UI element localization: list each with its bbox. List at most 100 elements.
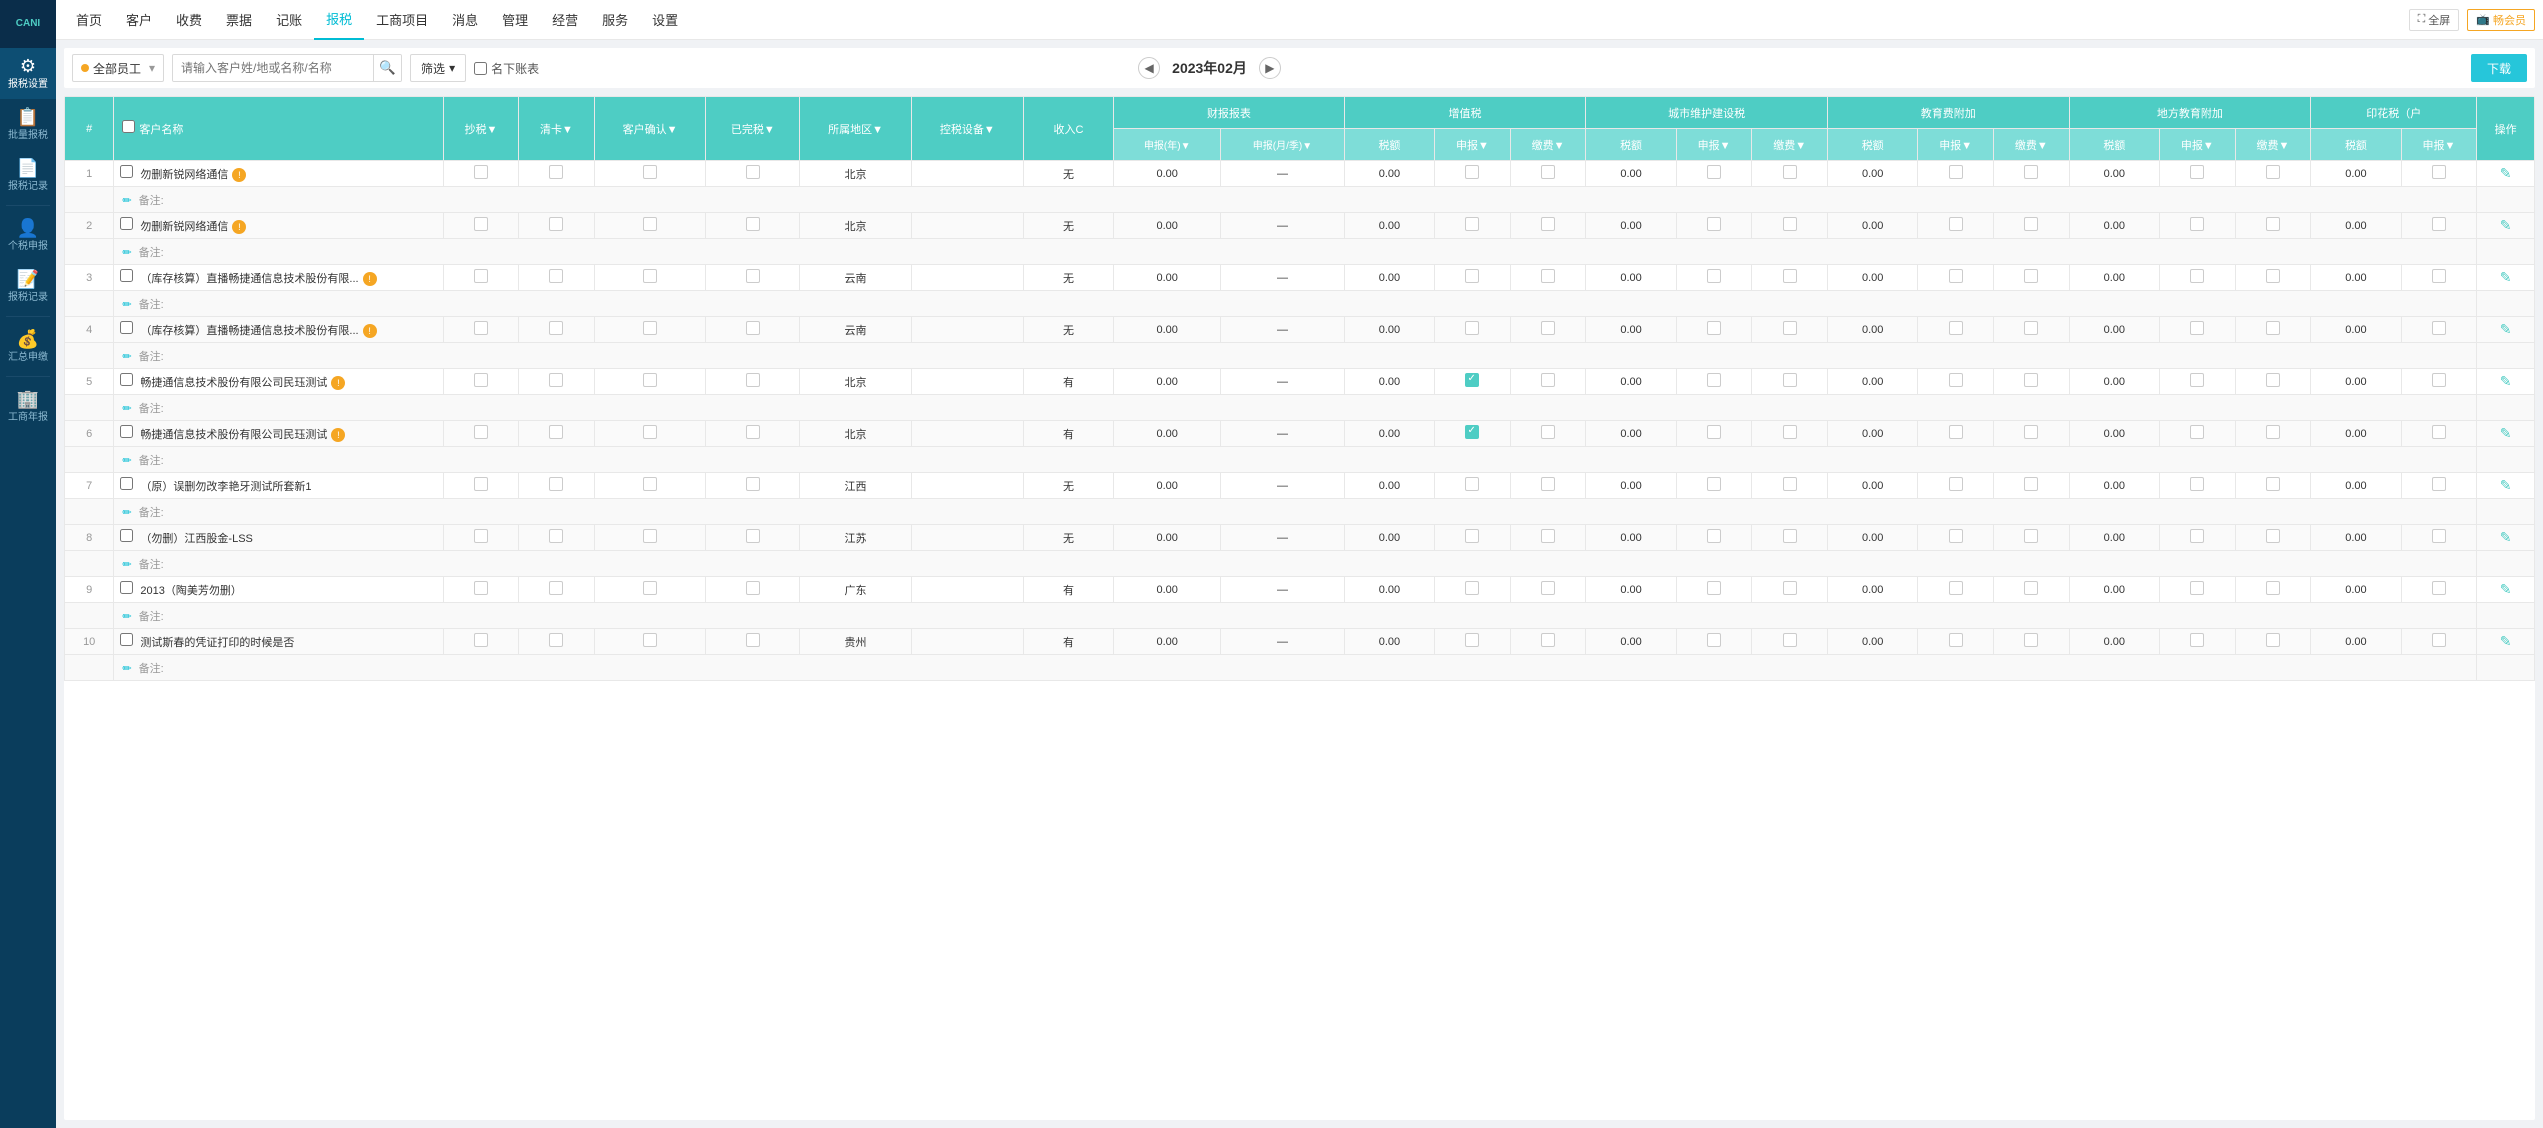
huaka-checkbox[interactable] [549,425,563,439]
chengshi-jiaofei-checkbox[interactable] [1783,633,1797,647]
edit-icon[interactable]: ✎ [2500,217,2512,233]
prev-month-button[interactable]: ◀ [1138,57,1160,79]
search-input[interactable] [173,55,373,81]
search-button[interactable]: 🔍 [373,54,401,82]
difang-jiaofei-checkbox[interactable] [2266,581,2280,595]
unchecked-checkbox[interactable] [1465,165,1479,179]
edit-icon[interactable]: ✎ [2500,165,2512,181]
chengshi-shenbao-checkbox[interactable] [1707,633,1721,647]
zengzhi-jiaofei-checkbox[interactable] [1541,217,1555,231]
yishenhe-checkbox[interactable] [746,581,760,595]
difang-shenbao-checkbox[interactable] [2190,425,2204,439]
queren-checkbox[interactable] [643,581,657,595]
row-checkbox[interactable] [120,581,133,594]
chengshi-jiaofei-checkbox[interactable] [1783,165,1797,179]
zengzhi-jiaofei-checkbox[interactable] [1541,425,1555,439]
yinhua-shenbao-checkbox[interactable] [2432,477,2446,491]
jiaoyu-shenbao-checkbox[interactable] [1949,373,1963,387]
unchecked-checkbox[interactable] [1465,477,1479,491]
chaoshui-checkbox[interactable] [474,425,488,439]
yinhua-shenbao-checkbox[interactable] [2432,321,2446,335]
chengshi-shenbao-checkbox[interactable] [1707,425,1721,439]
jiaoyu-jiaofei-checkbox[interactable] [2024,269,2038,283]
chengshi-shenbao-checkbox[interactable] [1707,529,1721,543]
row-checkbox[interactable] [120,165,133,178]
jiaoyu-jiaofei-checkbox[interactable] [2024,373,2038,387]
difang-jiaofei-checkbox[interactable] [2266,425,2280,439]
chaoshui-checkbox[interactable] [474,217,488,231]
yinhua-shenbao-checkbox[interactable] [2432,633,2446,647]
chaoshui-checkbox[interactable] [474,373,488,387]
queren-checkbox[interactable] [643,529,657,543]
nav-item-gongshangxiangmu[interactable]: 工商项目 [364,0,440,40]
jiaoyu-shenbao-checkbox[interactable] [1949,165,1963,179]
edit-icon[interactable]: ✎ [2500,529,2512,545]
jiaoyu-jiaofei-checkbox[interactable] [2024,477,2038,491]
nav-item-baoshu[interactable]: 报税 [314,0,364,40]
yishenhe-checkbox[interactable] [746,529,760,543]
row-checkbox[interactable] [120,477,133,490]
row-checkbox[interactable] [120,269,133,282]
queren-checkbox[interactable] [643,633,657,647]
checked-checkbox[interactable] [1465,425,1479,439]
chengshi-jiaofei-checkbox[interactable] [1783,581,1797,595]
difang-shenbao-checkbox[interactable] [2190,165,2204,179]
jiaoyu-jiaofei-checkbox[interactable] [2024,633,2038,647]
chengshi-shenbao-checkbox[interactable] [1707,165,1721,179]
sidebar-item-piliangshuibao[interactable]: 📋 批量报税 [0,99,56,150]
unchecked-checkbox[interactable] [1465,269,1479,283]
huaka-checkbox[interactable] [549,581,563,595]
nav-item-guanli[interactable]: 管理 [490,0,540,40]
huaka-checkbox[interactable] [549,529,563,543]
yinhua-shenbao-checkbox[interactable] [2432,529,2446,543]
edit-icon[interactable]: ✎ [2500,321,2512,337]
yinhua-shenbao-checkbox[interactable] [2432,425,2446,439]
row-checkbox[interactable] [120,633,133,646]
difang-shenbao-checkbox[interactable] [2190,529,2204,543]
nav-item-jingying[interactable]: 经营 [540,0,590,40]
select-all-checkbox[interactable] [122,120,135,133]
zengzhi-jiaofei-checkbox[interactable] [1541,477,1555,491]
zengzhi-jiaofei-checkbox[interactable] [1541,165,1555,179]
edit-icon[interactable]: ✎ [2500,633,2512,649]
chaoshui-checkbox[interactable] [474,269,488,283]
yishenhe-checkbox[interactable] [746,269,760,283]
huaka-checkbox[interactable] [549,269,563,283]
huaka-checkbox[interactable] [549,373,563,387]
zengzhi-jiaofei-checkbox[interactable] [1541,633,1555,647]
chaoshui-checkbox[interactable] [474,477,488,491]
yishenhe-checkbox[interactable] [746,165,760,179]
huaka-checkbox[interactable] [549,217,563,231]
jiaoyu-shenbao-checkbox[interactable] [1949,529,1963,543]
chengshi-jiaofei-checkbox[interactable] [1783,529,1797,543]
chengshi-jiaofei-checkbox[interactable] [1783,373,1797,387]
queren-checkbox[interactable] [643,373,657,387]
jiaoyu-shenbao-checkbox[interactable] [1949,425,1963,439]
yishenhe-checkbox[interactable] [746,321,760,335]
chaoshui-checkbox[interactable] [474,581,488,595]
huaka-checkbox[interactable] [549,165,563,179]
difang-jiaofei-checkbox[interactable] [2266,373,2280,387]
chaoshui-checkbox[interactable] [474,321,488,335]
member-button[interactable]: 📺 畅会员 [2467,9,2535,31]
nav-item-shezhi[interactable]: 设置 [640,0,690,40]
edit-icon[interactable]: ✎ [2500,477,2512,493]
row-checkbox[interactable] [120,425,133,438]
sidebar-item-gongshangnianbao[interactable]: 🏢 工商年报 [0,381,56,432]
difang-jiaofei-checkbox[interactable] [2266,269,2280,283]
nav-item-xiaoxi[interactable]: 消息 [440,0,490,40]
yishenhe-checkbox[interactable] [746,217,760,231]
chaoshui-checkbox[interactable] [474,165,488,179]
jiaoyu-jiaofei-checkbox[interactable] [2024,321,2038,335]
unchecked-checkbox[interactable] [1465,217,1479,231]
filter-button[interactable]: 筛选 ▾ [410,54,466,82]
download-button[interactable]: 下载 [2471,54,2527,82]
chaoshui-checkbox[interactable] [474,529,488,543]
nav-item-piaoju[interactable]: 票据 [214,0,264,40]
chengshi-jiaofei-checkbox[interactable] [1783,477,1797,491]
unchecked-checkbox[interactable] [1465,321,1479,335]
chengshi-shenbao-checkbox[interactable] [1707,217,1721,231]
yishenhe-checkbox[interactable] [746,477,760,491]
jiaoyu-shenbao-checkbox[interactable] [1949,477,1963,491]
difang-shenbao-checkbox[interactable] [2190,477,2204,491]
